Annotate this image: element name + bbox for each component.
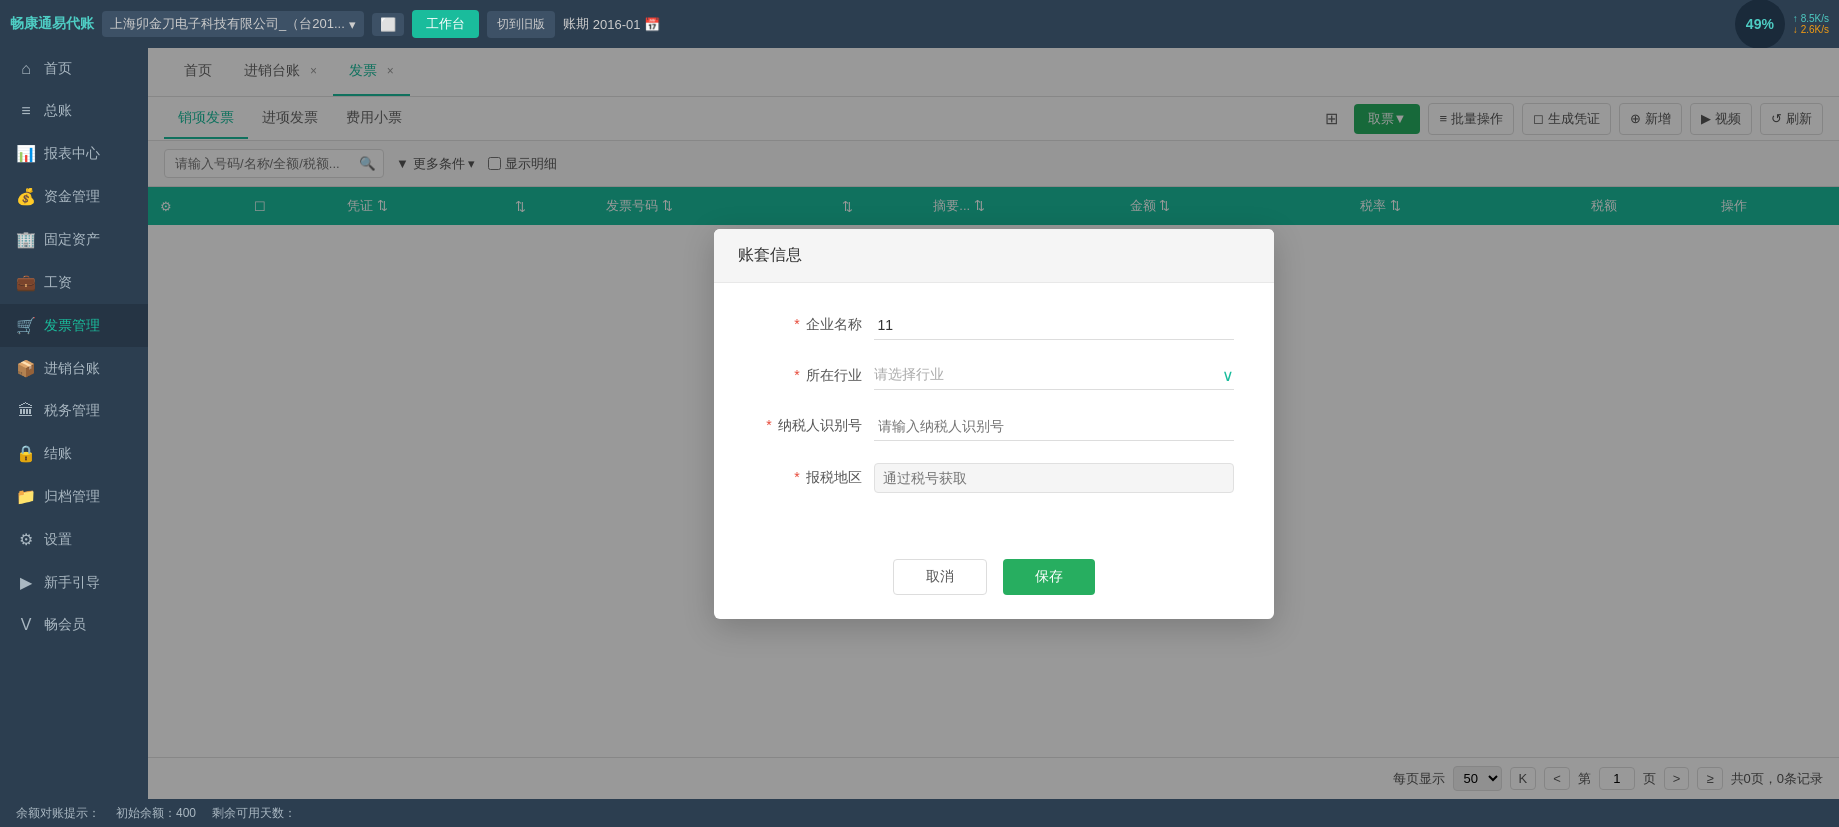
company-label: * 企业名称 [754, 316, 874, 334]
modal-overlay: 账套信息 * 企业名称 * 所在行 [148, 48, 1839, 799]
top-bar-right: 49% ↑ 8.5K/s ↓ 2.6K/s [1735, 0, 1829, 49]
speed-indicator: 49% [1735, 0, 1785, 49]
content-area: 首页 进销台账 × 发票 × 销项发票 进项发票 费用小 [148, 48, 1839, 799]
modal-body: * 企业名称 * 所在行业 请选择行业 ∨ [714, 283, 1274, 543]
workspace-button[interactable]: 工作台 [412, 10, 479, 38]
industry-label: * 所在行业 [754, 367, 874, 385]
settings-icon: ⚙ [16, 530, 36, 549]
form-row-industry: * 所在行业 请选择行业 ∨ [754, 362, 1234, 390]
switch-old-button[interactable]: 切到旧版 [487, 11, 555, 38]
company-name-input[interactable] [874, 311, 1234, 340]
guide-icon: ▶ [16, 573, 36, 592]
modal-title: 账套信息 [714, 229, 1274, 283]
archive-icon: 📁 [16, 487, 36, 506]
sidebar-item-ledger[interactable]: ≡ 总账 [0, 90, 148, 132]
period-info: 账期 2016-01 📅 [563, 15, 661, 33]
sidebar-item-assets[interactable]: 🏢 固定资产 [0, 218, 148, 261]
cancel-button[interactable]: 取消 [893, 559, 987, 595]
form-row-company: * 企业名称 [754, 311, 1234, 340]
tax-icon: 🏛 [16, 402, 36, 420]
sidebar-item-reports[interactable]: 📊 报表中心 [0, 132, 148, 175]
speed-text: ↑ 8.5K/s ↓ 2.6K/s [1793, 13, 1829, 35]
purchase-icon: 📦 [16, 359, 36, 378]
account-info-modal: 账套信息 * 企业名称 * 所在行 [714, 229, 1274, 619]
sidebar-item-purchase[interactable]: 📦 进销台账 [0, 347, 148, 390]
sidebar-item-home[interactable]: ⌂ 首页 [0, 48, 148, 90]
top-bar: 畅康通易代账 上海卯金刀电子科技有限公司_（台201... ▾ ⬜ 工作台 切到… [0, 0, 1839, 48]
sidebar-item-archive[interactable]: 📁 归档管理 [0, 475, 148, 518]
company-selector[interactable]: 上海卯金刀电子科技有限公司_（台201... ▾ [102, 11, 364, 37]
sidebar-item-funds[interactable]: 💰 资金管理 [0, 175, 148, 218]
bottom-status: 余额对账提示： 初始余额：400 剩余可用天数： [0, 799, 1839, 827]
save-button[interactable]: 保存 [1003, 559, 1095, 595]
sidebar: ⌂ 首页 ≡ 总账 📊 报表中心 💰 资金管理 🏢 固定资产 💼 工资 🛒 发票… [0, 48, 148, 799]
copy-icon-btn[interactable]: ⬜ [372, 13, 404, 36]
home-icon: ⌂ [16, 60, 36, 78]
tax-region-label: * 报税地区 [754, 469, 874, 487]
sidebar-item-guide[interactable]: ▶ 新手引导 [0, 561, 148, 604]
sidebar-item-closing[interactable]: 🔒 结账 [0, 432, 148, 475]
industry-chevron-icon: ∨ [1222, 366, 1234, 385]
form-row-tax-id: * 纳税人识别号 [754, 412, 1234, 441]
sidebar-item-member[interactable]: V 畅会员 [0, 604, 148, 646]
tax-id-label: * 纳税人识别号 [754, 417, 874, 435]
app-logo: 畅康通易代账 [10, 15, 94, 33]
sidebar-item-tax[interactable]: 🏛 税务管理 [0, 390, 148, 432]
modal-footer: 取消 保存 [714, 543, 1274, 619]
sidebar-item-salary[interactable]: 💼 工资 [0, 261, 148, 304]
ledger-icon: ≡ [16, 102, 36, 120]
sidebar-item-invoice[interactable]: 🛒 发票管理 [0, 304, 148, 347]
main-layout: ⌂ 首页 ≡ 总账 📊 报表中心 💰 资金管理 🏢 固定资产 💼 工资 🛒 发票… [0, 48, 1839, 799]
salary-icon: 💼 [16, 273, 36, 292]
industry-select-wrap[interactable]: 请选择行业 ∨ [874, 362, 1234, 390]
calendar-icon[interactable]: 📅 [644, 17, 660, 32]
closing-icon: 🔒 [16, 444, 36, 463]
form-row-tax-region: * 报税地区 [754, 463, 1234, 493]
invoice-icon: 🛒 [16, 316, 36, 335]
tax-region-input [874, 463, 1234, 493]
member-icon: V [16, 616, 36, 634]
assets-icon: 🏢 [16, 230, 36, 249]
sidebar-item-settings[interactable]: ⚙ 设置 [0, 518, 148, 561]
tax-id-input[interactable] [874, 412, 1234, 441]
funds-icon: 💰 [16, 187, 36, 206]
reports-icon: 📊 [16, 144, 36, 163]
chevron-down-icon: ▾ [349, 17, 356, 32]
